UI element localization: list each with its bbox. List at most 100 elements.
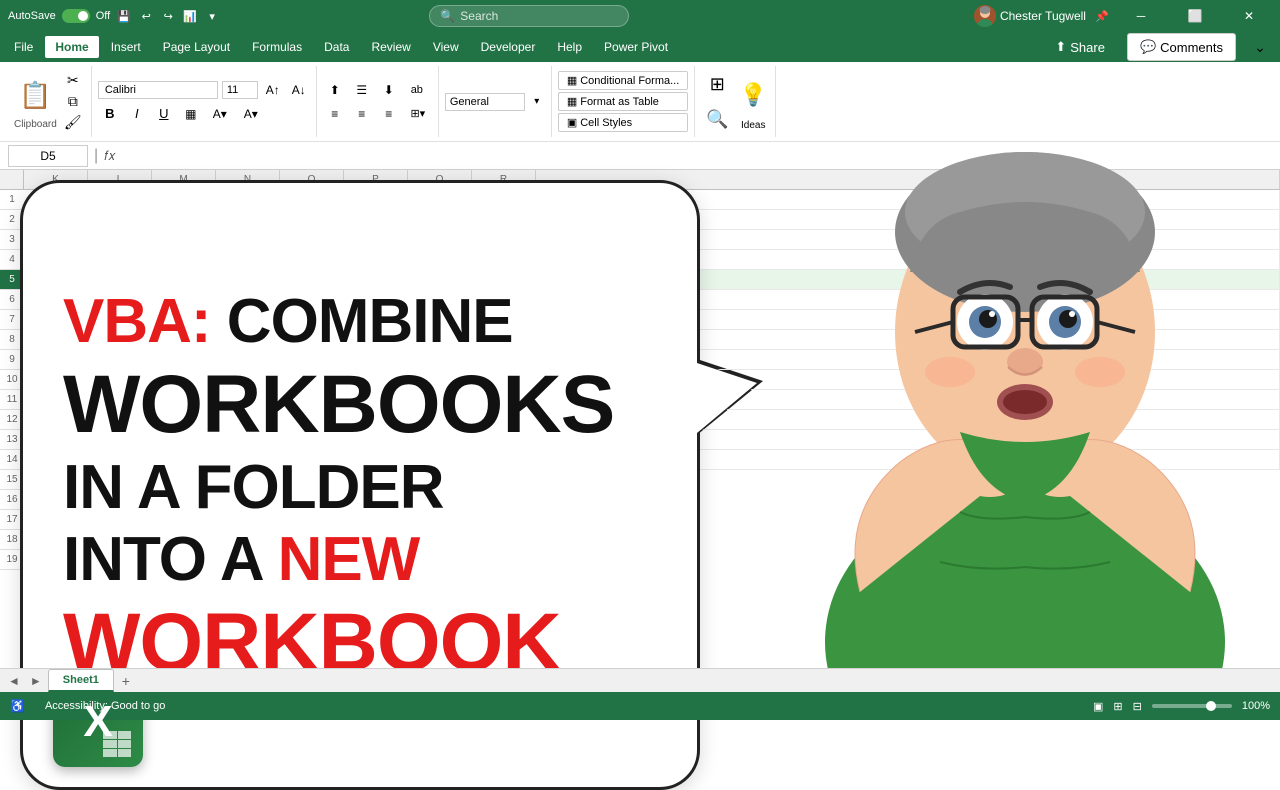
cell[interactable] bbox=[24, 430, 88, 449]
name-box-input[interactable] bbox=[8, 145, 88, 167]
cell[interactable] bbox=[344, 310, 408, 329]
cell[interactable] bbox=[280, 330, 344, 349]
format-painter-button[interactable]: 🖌 bbox=[61, 113, 85, 132]
copy-button[interactable]: ⧉ bbox=[61, 92, 85, 111]
cell[interactable] bbox=[88, 430, 152, 449]
cell[interactable] bbox=[88, 270, 152, 289]
cell[interactable] bbox=[408, 370, 472, 389]
pin-icon[interactable]: 📌 bbox=[1094, 8, 1110, 24]
cell[interactable] bbox=[472, 430, 1280, 449]
cell[interactable] bbox=[472, 270, 1280, 289]
redo-icon[interactable]: ↪ bbox=[160, 8, 176, 24]
undo-icon[interactable]: ↩ bbox=[138, 8, 154, 24]
cell[interactable] bbox=[472, 190, 1280, 209]
cell[interactable] bbox=[88, 450, 152, 469]
cell[interactable] bbox=[216, 370, 280, 389]
cell[interactable] bbox=[344, 210, 408, 229]
cell[interactable] bbox=[24, 190, 88, 209]
scroll-left-tab-button[interactable]: ◄ bbox=[4, 674, 24, 688]
cell[interactable] bbox=[344, 330, 408, 349]
cell[interactable] bbox=[88, 410, 152, 429]
restore-button[interactable]: ⬜ bbox=[1172, 0, 1218, 32]
function-icon[interactable]: 𝑓𝑥 bbox=[104, 148, 115, 164]
cell[interactable] bbox=[280, 450, 344, 469]
cell[interactable] bbox=[88, 310, 152, 329]
cell[interactable] bbox=[344, 410, 408, 429]
cell[interactable] bbox=[472, 210, 1280, 229]
align-center-button[interactable]: ≡ bbox=[350, 103, 374, 125]
cell[interactable] bbox=[216, 210, 280, 229]
comments-button[interactable]: 💬 Comments bbox=[1127, 33, 1236, 61]
autosave-toggle[interactable] bbox=[62, 9, 90, 23]
cell[interactable] bbox=[152, 450, 216, 469]
cell[interactable] bbox=[216, 350, 280, 369]
cell[interactable] bbox=[408, 310, 472, 329]
bold-button[interactable]: B bbox=[98, 103, 122, 125]
find-select-button[interactable]: 🔍 bbox=[701, 103, 733, 135]
cell[interactable] bbox=[88, 390, 152, 409]
font-size-decrease-button[interactable]: A↓ bbox=[288, 79, 310, 101]
cut-button[interactable]: ✂ bbox=[61, 72, 85, 91]
cell[interactable] bbox=[152, 290, 216, 309]
cell[interactable] bbox=[88, 230, 152, 249]
menu-insert[interactable]: Insert bbox=[101, 36, 151, 58]
fill-color-button[interactable]: A▾ bbox=[206, 103, 234, 125]
sheet-tab-sheet1[interactable]: Sheet1 bbox=[48, 669, 114, 692]
menu-formulas[interactable]: Formulas bbox=[242, 36, 312, 58]
cell[interactable] bbox=[88, 350, 152, 369]
cell[interactable] bbox=[408, 250, 472, 269]
ribbon-collapse-button[interactable]: ⌄ bbox=[1244, 31, 1276, 63]
cell[interactable] bbox=[24, 250, 88, 269]
menu-power-pivot[interactable]: Power Pivot bbox=[594, 36, 678, 58]
cell[interactable] bbox=[24, 330, 88, 349]
cell[interactable] bbox=[344, 190, 408, 209]
cell[interactable] bbox=[216, 310, 280, 329]
cell[interactable] bbox=[280, 310, 344, 329]
menu-view[interactable]: View bbox=[423, 36, 469, 58]
cell[interactable] bbox=[24, 290, 88, 309]
cell[interactable] bbox=[344, 450, 408, 469]
cell[interactable] bbox=[344, 290, 408, 309]
cell[interactable] bbox=[24, 390, 88, 409]
menu-data[interactable]: Data bbox=[314, 36, 359, 58]
cell[interactable] bbox=[88, 330, 152, 349]
italic-button[interactable]: I bbox=[125, 103, 149, 125]
cell[interactable] bbox=[472, 250, 1280, 269]
cell[interactable] bbox=[280, 230, 344, 249]
number-format-dropdown-btn[interactable]: ▾ bbox=[529, 91, 545, 113]
cell[interactable] bbox=[216, 390, 280, 409]
underline-button[interactable]: U bbox=[152, 103, 176, 125]
cell[interactable] bbox=[344, 390, 408, 409]
cell[interactable] bbox=[24, 270, 88, 289]
cell[interactable] bbox=[216, 270, 280, 289]
cell[interactable] bbox=[280, 250, 344, 269]
border-button[interactable]: ▦ bbox=[179, 103, 203, 125]
scroll-right-tab-button[interactable]: ► bbox=[26, 674, 46, 688]
cell[interactable] bbox=[152, 390, 216, 409]
dropdown-icon[interactable]: ▾ bbox=[204, 8, 220, 24]
align-left-button[interactable]: ≡ bbox=[323, 103, 347, 125]
cell[interactable] bbox=[24, 310, 88, 329]
cell[interactable] bbox=[408, 230, 472, 249]
cell[interactable] bbox=[24, 410, 88, 429]
cell[interactable] bbox=[152, 410, 216, 429]
cell[interactable] bbox=[408, 290, 472, 309]
cell[interactable] bbox=[216, 290, 280, 309]
number-format-dropdown[interactable]: General bbox=[445, 93, 525, 111]
cell[interactable] bbox=[88, 290, 152, 309]
find-filter-button[interactable]: ⊞ bbox=[701, 68, 733, 100]
cell[interactable] bbox=[472, 230, 1280, 249]
cell[interactable] bbox=[472, 370, 1280, 389]
view-pagebreak-icon[interactable]: ⊟ bbox=[1133, 700, 1142, 713]
cell[interactable] bbox=[408, 190, 472, 209]
cell[interactable] bbox=[216, 410, 280, 429]
cell[interactable] bbox=[152, 350, 216, 369]
add-sheet-button[interactable]: + bbox=[116, 671, 136, 691]
cell[interactable] bbox=[152, 190, 216, 209]
share-button[interactable]: ⬆ Share bbox=[1041, 33, 1119, 61]
align-top-button[interactable]: ⬆ bbox=[323, 79, 347, 101]
cell[interactable] bbox=[152, 310, 216, 329]
cell[interactable] bbox=[472, 450, 1280, 469]
save-icon[interactable]: 💾 bbox=[116, 8, 132, 24]
cell[interactable] bbox=[152, 230, 216, 249]
